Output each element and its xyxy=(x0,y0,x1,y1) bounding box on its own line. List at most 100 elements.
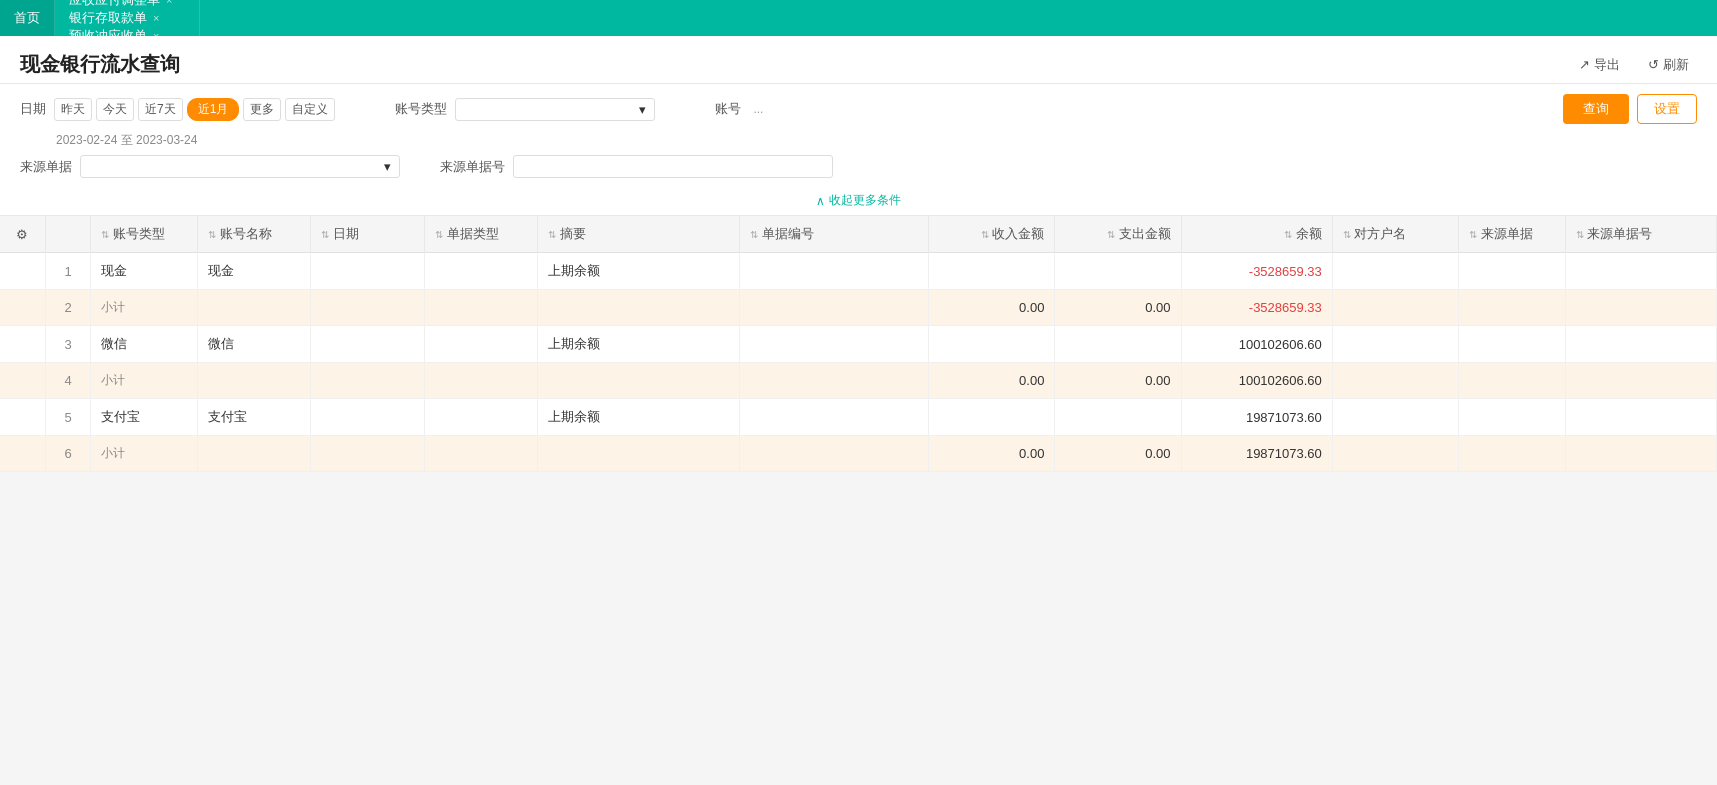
nav-tab[interactable]: 应收应付调整单× xyxy=(55,0,200,9)
sort-expense-icon[interactable]: ⇅ xyxy=(1107,229,1115,240)
date-shortcut-btn[interactable]: 今天 xyxy=(96,98,134,121)
col-income-header: ⇅ 收入金额 xyxy=(929,216,1055,253)
sort-acct-name-icon[interactable]: ⇅ xyxy=(208,229,216,240)
col-counterparty-label: 对方户名 xyxy=(1354,226,1406,241)
sort-summary-icon[interactable]: ⇅ xyxy=(548,229,556,240)
row-bill-type xyxy=(424,363,537,399)
col-no-header xyxy=(45,216,90,253)
row-gear xyxy=(0,436,45,472)
row-date xyxy=(311,399,424,436)
collapse-bar[interactable]: ∧ 收起更多条件 xyxy=(20,186,1697,215)
sort-acct-type-icon[interactable]: ⇅ xyxy=(101,229,109,240)
acct-type-filter: 账号类型 ▾ xyxy=(395,98,655,121)
row-acct-type: 支付宝 xyxy=(91,399,198,436)
date-shortcuts: 昨天今天近7天近1月更多自定义 xyxy=(54,98,335,121)
date-filter-label: 日期 xyxy=(20,100,46,118)
row-bill-type xyxy=(424,253,537,290)
row-no: 3 xyxy=(45,326,90,363)
nav-tab[interactable]: 银行存取款单× xyxy=(55,9,200,27)
row-source-bill-no xyxy=(1565,436,1716,472)
table-row: 3 微信 微信 上期余额 100102606.60 xyxy=(0,326,1717,363)
row-date xyxy=(311,363,424,399)
refresh-button[interactable]: ↺ 刷新 xyxy=(1640,52,1697,78)
source-bill-no-input[interactable] xyxy=(513,155,833,178)
sort-bill-no-icon[interactable]: ⇅ xyxy=(750,229,758,240)
row-gear xyxy=(0,326,45,363)
settings-button[interactable]: 设置 xyxy=(1637,94,1697,124)
row-summary xyxy=(538,436,740,472)
row-counterparty xyxy=(1332,253,1458,290)
row-acct-name: 微信 xyxy=(197,326,310,363)
close-icon[interactable]: × xyxy=(153,12,159,24)
date-shortcut-btn[interactable]: 自定义 xyxy=(285,98,335,121)
row-expense: 0.00 xyxy=(1055,290,1181,326)
row-summary: 上期余额 xyxy=(538,253,740,290)
date-shortcut-btn[interactable]: 更多 xyxy=(243,98,281,121)
row-gear xyxy=(0,399,45,436)
row-income: 0.00 xyxy=(929,363,1055,399)
row-no: 6 xyxy=(45,436,90,472)
row-counterparty xyxy=(1332,436,1458,472)
gear-icon[interactable]: ⚙ xyxy=(16,227,28,242)
acct-type-select[interactable]: ▾ xyxy=(455,98,655,121)
filter-row-2: 来源单据 ▾ 来源单据号 xyxy=(20,155,1697,178)
export-icon: ↗ xyxy=(1579,57,1590,72)
row-source-bill xyxy=(1458,436,1565,472)
col-date-header: ⇅ 日期 xyxy=(311,216,424,253)
sort-date-icon[interactable]: ⇅ xyxy=(321,229,329,240)
row-source-bill-no xyxy=(1565,363,1716,399)
row-date xyxy=(311,436,424,472)
col-balance-label: 余额 xyxy=(1296,226,1322,241)
row-balance: 19871073.60 xyxy=(1181,399,1332,436)
chevron-down-icon: ▾ xyxy=(639,102,646,117)
row-gear xyxy=(0,363,45,399)
sort-source-bill-no-icon[interactable]: ⇅ xyxy=(1576,229,1584,240)
col-source-bill-no-header: ⇅ 来源单据号 xyxy=(1565,216,1716,253)
col-gear-header: ⚙ xyxy=(0,216,45,253)
sort-counterparty-icon[interactable]: ⇅ xyxy=(1343,229,1351,240)
refresh-label: 刷新 xyxy=(1663,56,1689,74)
close-icon[interactable]: × xyxy=(153,30,159,36)
sort-bill-type-icon[interactable]: ⇅ xyxy=(435,229,443,240)
close-icon[interactable]: × xyxy=(166,0,172,6)
export-label: 导出 xyxy=(1594,56,1620,74)
col-expense-label: 支出金额 xyxy=(1119,226,1171,241)
row-acct-type: 小计 xyxy=(91,436,198,472)
sort-source-bill-icon[interactable]: ⇅ xyxy=(1469,229,1477,240)
date-range-display: 2023-02-24 至 2023-03-24 xyxy=(52,132,1697,149)
nav-tabs: 收款单×付款单×其他收入单×应收应付调整单×银行存取款单×预收冲应收单×收款核销… xyxy=(55,0,200,36)
nav-tab[interactable]: 预收冲应收单 × xyxy=(55,27,200,36)
sort-income-icon[interactable]: ⇅ xyxy=(981,229,989,240)
row-expense xyxy=(1055,253,1181,290)
row-source-bill xyxy=(1458,363,1565,399)
row-acct-name xyxy=(197,363,310,399)
main-table: ⚙ ⇅ 账号类型 ⇅ 账号名称 ⇅ 日期 ⇅ 单据类型 xyxy=(0,216,1717,472)
date-shortcut-btn[interactable]: 昨天 xyxy=(54,98,92,121)
row-income xyxy=(929,399,1055,436)
acct-no-label: 账号 xyxy=(715,100,741,118)
row-bill-type xyxy=(424,290,537,326)
row-summary xyxy=(538,290,740,326)
page-header: 现金银行流水查询 ↗ 导出 ↺ 刷新 xyxy=(0,36,1717,84)
nav-home[interactable]: 首页 xyxy=(0,0,55,36)
row-no: 5 xyxy=(45,399,90,436)
nav-home-label: 首页 xyxy=(14,9,40,27)
col-source-bill-no-label: 来源单据号 xyxy=(1587,226,1652,241)
sort-balance-icon[interactable]: ⇅ xyxy=(1284,229,1292,240)
col-expense-header: ⇅ 支出金额 xyxy=(1055,216,1181,253)
action-buttons: 查询 设置 xyxy=(1563,94,1697,124)
more-button[interactable]: ... xyxy=(749,100,767,118)
row-bill-no xyxy=(740,436,929,472)
table-row: 2 小计 0.00 0.00 -3528659.33 xyxy=(0,290,1717,326)
date-range-text: 2023-02-24 至 2023-03-24 xyxy=(56,133,197,147)
source-bill-select[interactable]: ▾ xyxy=(80,155,400,178)
export-button[interactable]: ↗ 导出 xyxy=(1571,52,1628,78)
date-shortcut-btn[interactable]: 近1月 xyxy=(187,98,240,121)
col-source-bill-label: 来源单据 xyxy=(1481,226,1533,241)
row-no: 4 xyxy=(45,363,90,399)
row-income xyxy=(929,326,1055,363)
tab-label: 预收冲应收单 xyxy=(69,27,147,36)
date-shortcut-btn[interactable]: 近7天 xyxy=(138,98,183,121)
table-row: 4 小计 0.00 0.00 100102606.60 xyxy=(0,363,1717,399)
query-button[interactable]: 查询 xyxy=(1563,94,1629,124)
